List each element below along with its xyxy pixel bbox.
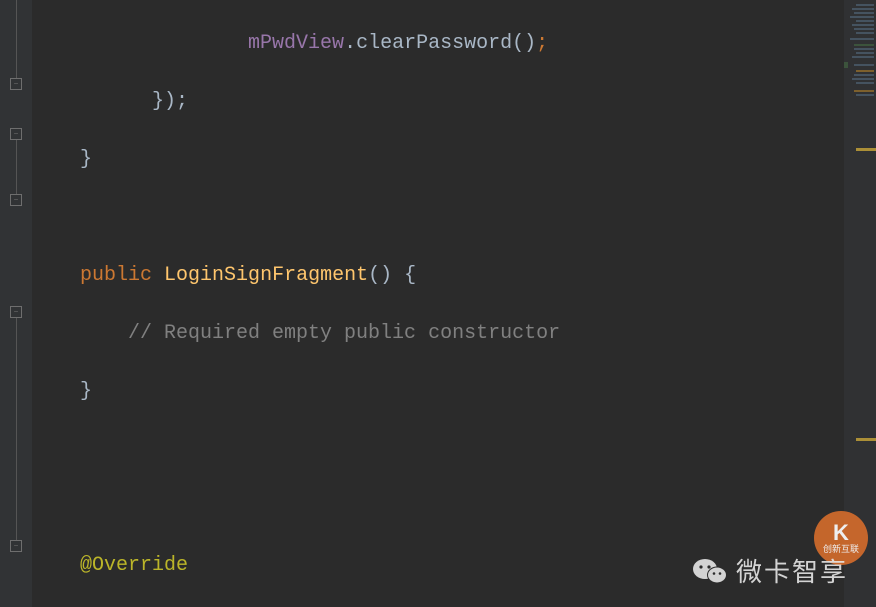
field-ref: mPwdView bbox=[248, 32, 344, 55]
editor-window: − − − − − mPwdView.clearPassword(); }); … bbox=[0, 0, 876, 607]
constructor-name: LoginSignFragment bbox=[164, 264, 368, 287]
fold-marker[interactable]: − bbox=[10, 128, 22, 140]
comment: // Required empty public constructor bbox=[128, 322, 560, 345]
fold-marker[interactable]: − bbox=[10, 194, 22, 206]
fold-guide bbox=[16, 318, 17, 542]
keyword-public: public bbox=[80, 264, 152, 287]
gutter[interactable]: − − − − − bbox=[0, 0, 32, 607]
fold-marker[interactable]: − bbox=[10, 78, 22, 90]
warning-stripe[interactable] bbox=[856, 438, 876, 441]
code-editor[interactable]: mPwdView.clearPassword(); }); } public L… bbox=[32, 0, 876, 607]
fold-guide bbox=[16, 140, 17, 196]
method-call: clearPassword bbox=[356, 32, 512, 55]
fold-guide bbox=[16, 0, 17, 80]
fold-marker[interactable]: − bbox=[10, 540, 22, 552]
annotation-override: @Override bbox=[80, 554, 188, 577]
brand-logo: K 创新互联 bbox=[814, 511, 868, 565]
fold-marker[interactable]: − bbox=[10, 306, 22, 318]
warning-stripe[interactable] bbox=[856, 148, 876, 151]
